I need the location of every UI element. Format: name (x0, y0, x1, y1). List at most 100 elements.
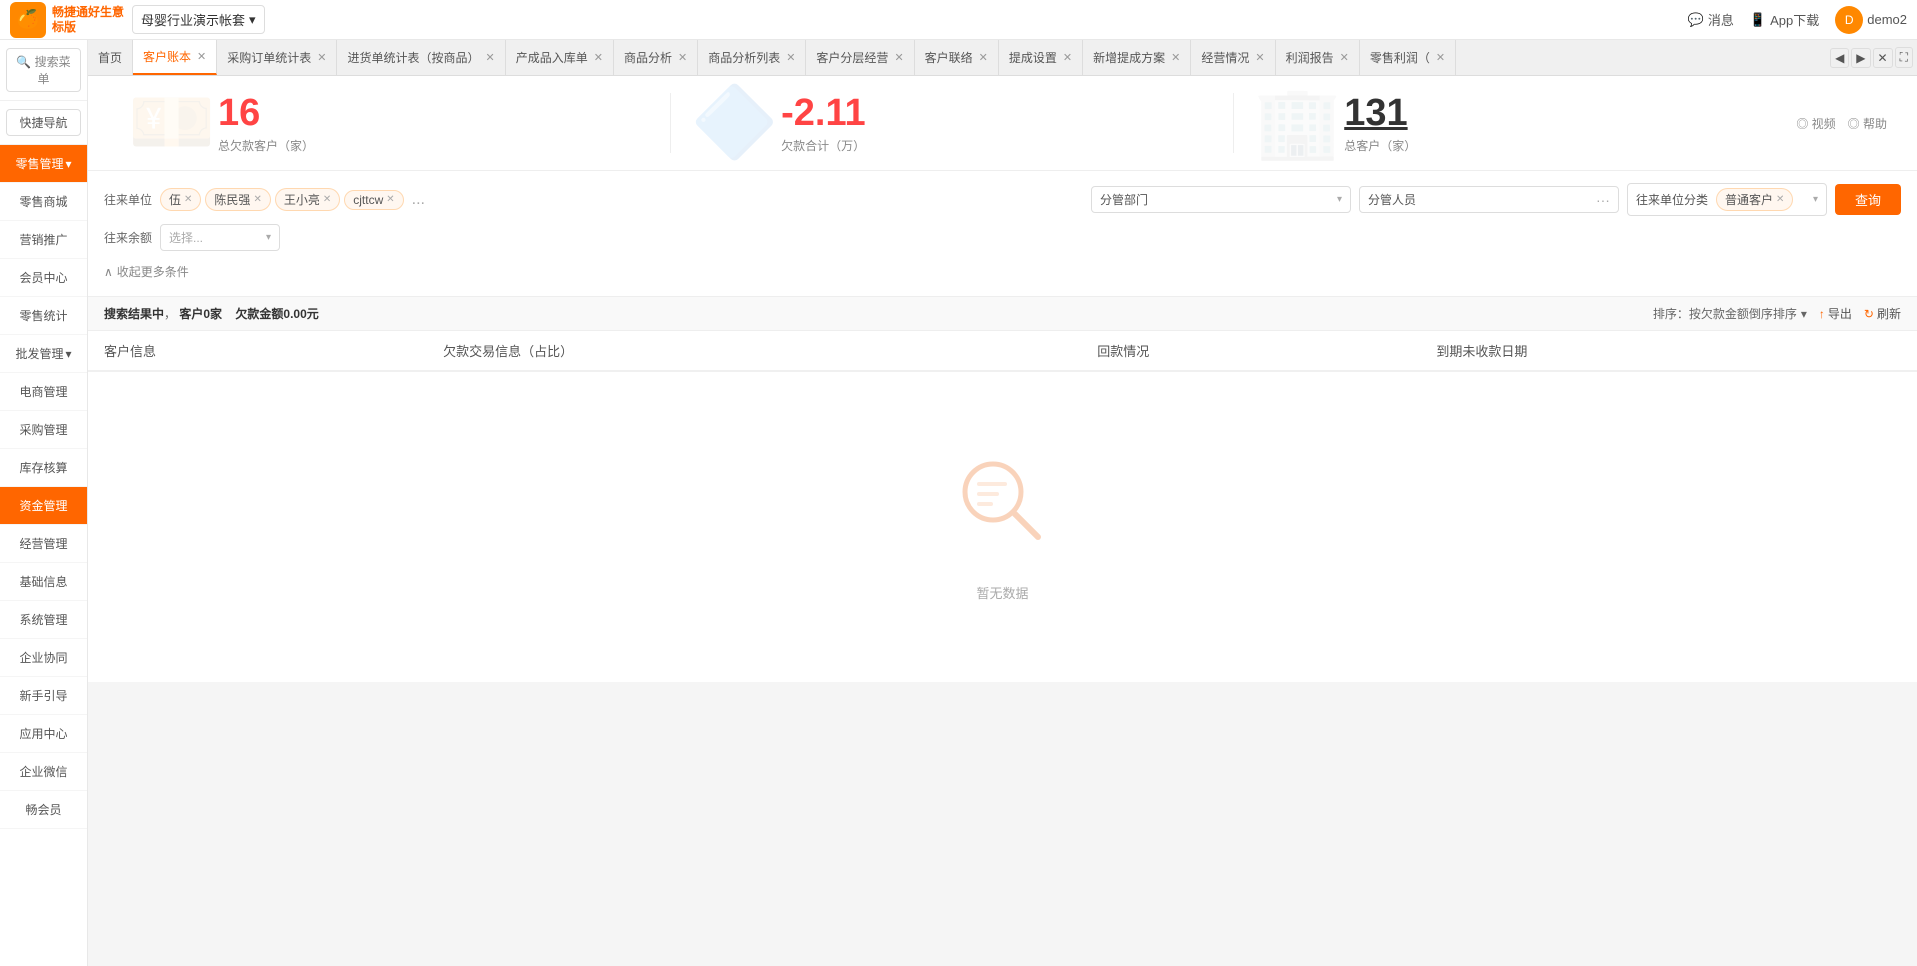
tab-prev-btn[interactable]: ◀ (1830, 48, 1849, 68)
filter-tag-close-chenminqiang[interactable]: ✕ (253, 194, 261, 205)
sidebar-item-new-guide[interactable]: 新手引导 (0, 677, 87, 715)
results-info: 搜索结果中， 客户0家 欠款金额0.00元 (104, 305, 319, 322)
col-customer-info: 客户信息 (88, 331, 427, 371)
col-payment-status: 回款情况 (1081, 331, 1420, 371)
col-debt-trade: 欠款交易信息（占比） (427, 331, 1081, 371)
tab-close-customer-contact[interactable]: ✕ (979, 51, 988, 64)
sidebar-item-enterprise[interactable]: 企业协同 (0, 639, 87, 677)
logo-icon: 🍊 (10, 2, 46, 38)
filter-tag-chenminqiang: 陈民强 ✕ (205, 188, 270, 211)
tab-product-analysis[interactable]: 商品分析 ✕ (614, 40, 698, 75)
tab-close-raise-setting[interactable]: ✕ (1063, 51, 1072, 64)
table-empty-row: 暂无数据 (88, 371, 1917, 683)
sidebar-item-ecommerce[interactable]: 电商管理 (0, 373, 87, 411)
sidebar-item-purchase[interactable]: 采购管理 (0, 411, 87, 449)
sidebar-item-batch[interactable]: 批发管理 ▾ (0, 335, 87, 373)
tab-operation-status[interactable]: 经营情况 ✕ (1191, 40, 1275, 75)
tab-retail-profit[interactable]: 零售利润（ ✕ (1360, 40, 1456, 75)
tab-customer-cost[interactable]: 客户账本 ✕ (133, 40, 217, 75)
search-menu-btn[interactable]: 🔍 搜索菜单 (6, 48, 81, 92)
chevron-down-icon: ▾ (65, 347, 71, 361)
tab-close-product-analysis-list[interactable]: ✕ (786, 51, 795, 64)
chevron-down-icon: ▾ (65, 157, 71, 171)
tab-new-raise-plan[interactable]: 新增提成方案 ✕ (1083, 40, 1191, 75)
stat-label-total-customers: 总客户（家） (1344, 137, 1416, 154)
stat-number-total-customers[interactable]: 131 (1344, 92, 1416, 135)
results-bar: 搜索结果中， 客户0家 欠款金额0.00元 排序：按欠款金额倒序排序 ▾ ↑ 导… (88, 297, 1917, 331)
tab-close-all-btn[interactable]: ✕ (1873, 48, 1893, 68)
sidebar-item-system[interactable]: 系统管理 (0, 601, 87, 639)
tab-product-analysis-list[interactable]: 商品分析列表 ✕ (698, 40, 806, 75)
tab-close-retail-profit[interactable]: ✕ (1436, 51, 1445, 64)
user-menu[interactable]: D demo2 (1835, 6, 1907, 34)
tab-close-profit-report[interactable]: ✕ (1340, 51, 1349, 64)
sidebar-item-basic-info[interactable]: 基础信息 (0, 563, 87, 601)
sidebar-item-retail-stat[interactable]: 零售统计 (0, 297, 87, 335)
stat-bg-icon-3: 🏢 (1254, 82, 1341, 164)
quick-nav-area: 快捷导航 (0, 101, 87, 145)
tab-close-new-raise-plan[interactable]: ✕ (1171, 51, 1180, 64)
filter-manager-dots[interactable]: ··· (1596, 192, 1610, 208)
tab-close-product-analysis[interactable]: ✕ (678, 51, 687, 64)
page-content: 💴 16 总欠款客户（家） 🔷 -2.11 欠款合计（万） (88, 76, 1917, 966)
sidebar-item-inventory[interactable]: 库存核算 (0, 449, 87, 487)
filter-manager-select[interactable]: 分管人员 ··· (1359, 186, 1619, 213)
filter-balance-select[interactable]: 选择... ▾ (160, 224, 280, 251)
tab-close-customer-tier[interactable]: ✕ (894, 51, 903, 64)
phone-icon: 📱 (1750, 12, 1766, 28)
sidebar-item-retail[interactable]: 零售管理 ▾ (0, 145, 87, 183)
stat-bg-icon-1: 💴 (128, 82, 215, 164)
query-btn[interactable]: 查询 (1835, 184, 1901, 215)
app-download-btn[interactable]: 📱 App下载 (1750, 10, 1819, 29)
tab-close-purchase-order[interactable]: ✕ (317, 51, 326, 64)
message-btn[interactable]: 💬 消息 (1688, 10, 1734, 29)
sidebar-item-wechat[interactable]: 企业微信 (0, 753, 87, 791)
empty-state: 暂无数据 (88, 372, 1917, 682)
tab-close-operation-status[interactable]: ✕ (1255, 51, 1264, 64)
top-bar: 🍊 畅捷通好生意 标版 母婴行业演示帐套 ▾ 💬 消息 📱 App下载 D (0, 0, 1917, 40)
filter-tag-close-cjttcw[interactable]: ✕ (386, 194, 394, 205)
tab-bar: 首页 客户账本 ✕ 采购订单统计表 ✕ 进货单统计表（按商品） ✕ 产成品入库单… (88, 40, 1917, 76)
sort-select[interactable]: 排序：按欠款金额倒序排序 ▾ (1653, 305, 1807, 322)
sidebar-search-area: 🔍 搜索菜单 (0, 40, 87, 101)
filter-category-tag-close[interactable]: ✕ (1776, 194, 1784, 205)
collapse-btn[interactable]: ∧ 收起更多条件 (104, 263, 1901, 280)
tab-next-btn[interactable]: ▶ (1851, 48, 1870, 68)
filter-dept-chevron: ▾ (1337, 194, 1342, 205)
tab-raise-setting[interactable]: 提成设置 ✕ (999, 40, 1083, 75)
sidebar-item-member[interactable]: 会员中心 (0, 259, 87, 297)
tab-close-product-in[interactable]: ✕ (594, 51, 603, 64)
filter-more-tags[interactable]: ... (408, 191, 429, 209)
help-btn[interactable]: ◎ 帮助 (1848, 115, 1887, 132)
export-btn[interactable]: ↑ 导出 (1819, 305, 1852, 322)
tab-purchase-stat[interactable]: 进货单统计表（按商品） ✕ (337, 40, 505, 75)
tab-close-customer-cost[interactable]: ✕ (197, 50, 206, 63)
stat-label-debt-customers: 总欠款客户（家） (218, 137, 314, 154)
quick-nav-btn[interactable]: 快捷导航 (6, 109, 81, 136)
tab-home[interactable]: 首页 (88, 40, 133, 75)
table-body: 暂无数据 (88, 371, 1917, 683)
sidebar-item-retail-mall[interactable]: 零售商城 (0, 183, 87, 221)
collapse-area: ∧ 收起更多条件 (104, 259, 1901, 284)
sidebar-item-vip[interactable]: 畅会员 (0, 791, 87, 829)
sidebar-item-marketing[interactable]: 营销推广 (0, 221, 87, 259)
message-icon: 💬 (1688, 12, 1704, 28)
filter-category-select[interactable]: 往来单位分类 普通客户 ✕ ▾ (1627, 183, 1827, 216)
sidebar-item-capital[interactable]: 资金管理 (0, 487, 87, 525)
filter-dept-select[interactable]: 分管部门 ▾ (1091, 186, 1351, 213)
tab-purchase-order[interactable]: 采购订单统计表 ✕ (217, 40, 337, 75)
video-help-btn[interactable]: ◎ 视频 (1796, 115, 1835, 132)
refresh-btn[interactable]: ↻ 刷新 (1864, 305, 1901, 322)
tab-close-purchase-stat[interactable]: ✕ (486, 51, 495, 64)
tab-profit-report[interactable]: 利润报告 ✕ (1276, 40, 1360, 75)
store-selector[interactable]: 母婴行业演示帐套 ▾ (132, 5, 265, 34)
tab-product-in[interactable]: 产成品入库单 ✕ (506, 40, 614, 75)
sidebar-item-operation[interactable]: 经营管理 (0, 525, 87, 563)
sidebar-item-app-center[interactable]: 应用中心 (0, 715, 87, 753)
tab-customer-contact[interactable]: 客户联络 ✕ (915, 40, 999, 75)
tab-customer-tier[interactable]: 客户分层经营 ✕ (806, 40, 914, 75)
filter-row-2: 往来余额 选择... ▾ (104, 224, 1901, 251)
tab-fullscreen-btn[interactable]: ⛶ (1895, 47, 1913, 68)
filter-tag-close-wangxiaoliang[interactable]: ✕ (323, 194, 331, 205)
filter-tag-close-wu[interactable]: ✕ (184, 194, 192, 205)
